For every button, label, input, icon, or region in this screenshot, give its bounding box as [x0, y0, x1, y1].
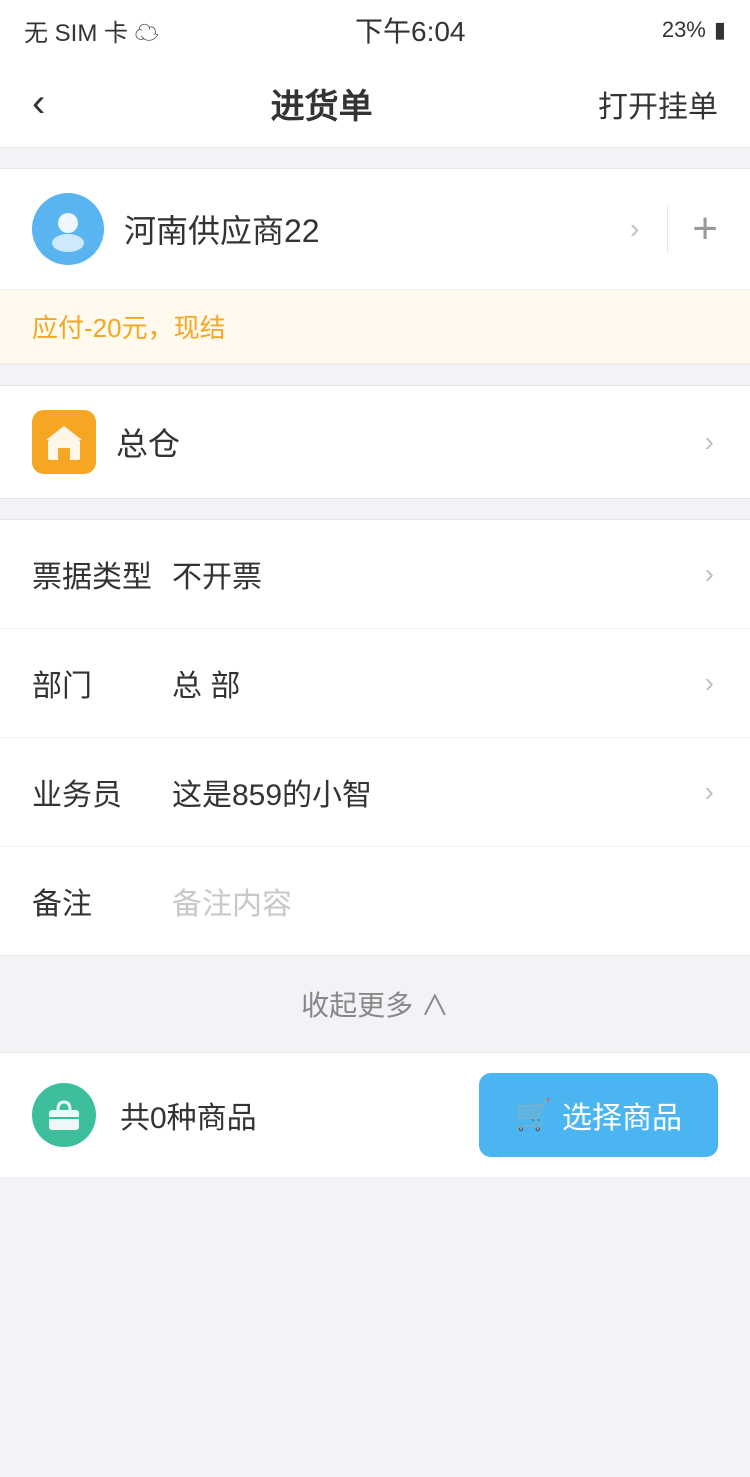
warehouse-icon-wrap: [32, 410, 96, 474]
product-count-label: 共0种商品: [120, 1093, 455, 1137]
status-time: 下午6:04: [355, 10, 466, 50]
status-left: 无 SIM 卡 ☁: [24, 13, 159, 48]
battery-label: 23%: [662, 17, 706, 43]
select-product-icon: 🛒: [515, 1098, 552, 1133]
main-background: [0, 1177, 750, 1477]
collapse-label: 收起更多 ∧: [301, 984, 449, 1024]
supplier-row[interactable]: 河南供应商22 › +: [0, 169, 750, 290]
salesperson-value: 这是859的小智: [172, 770, 705, 814]
gap-2: [0, 365, 750, 385]
salesperson-row[interactable]: 业务员 这是859的小智 ›: [0, 737, 750, 846]
invoice-type-chevron-icon: ›: [705, 558, 714, 590]
warehouse-chevron-icon: ›: [705, 426, 714, 458]
department-chevron-icon: ›: [705, 667, 714, 699]
department-label: 部门: [32, 661, 172, 705]
select-product-label: 选择商品: [562, 1093, 682, 1137]
warehouse-card: 总仓 ›: [0, 385, 750, 499]
supplier-chevron-icon: ›: [630, 213, 639, 245]
bottom-bar: 共0种商品 🛒 选择商品: [0, 1052, 750, 1177]
supplier-avatar: [32, 193, 104, 265]
supplier-avatar-icon: [44, 205, 92, 253]
product-icon-wrap: [32, 1083, 96, 1147]
notice-row: 应付-20元，现结: [0, 290, 750, 364]
nav-bar: ‹ 进货单 打开挂单: [0, 60, 750, 148]
select-product-button[interactable]: 🛒 选择商品: [479, 1073, 718, 1157]
warehouse-icon: [44, 422, 84, 462]
open-pending-button[interactable]: 打开挂单: [598, 82, 718, 126]
salesperson-chevron-icon: ›: [705, 776, 714, 808]
supplier-divider: [667, 205, 668, 253]
gap-1: [0, 148, 750, 168]
no-sim-label: 无 SIM 卡 ☁: [24, 13, 159, 48]
invoice-type-row[interactable]: 票据类型 不开票 ›: [0, 520, 750, 628]
form-card: 票据类型 不开票 › 部门 总 部 › 业务员 这是859的小智 › 备注 备注…: [0, 519, 750, 956]
page-title: 进货单: [271, 79, 373, 128]
department-value: 总 部: [172, 661, 705, 705]
status-right: 23% ▮: [662, 17, 726, 43]
warehouse-name: 总仓: [116, 419, 705, 465]
battery-icon: ▮: [714, 17, 726, 43]
supplier-card: 河南供应商22 › + 应付-20元，现结: [0, 168, 750, 365]
gap-3: [0, 499, 750, 519]
invoice-type-value: 不开票: [172, 552, 705, 596]
remark-row[interactable]: 备注 备注内容: [0, 846, 750, 955]
warehouse-row[interactable]: 总仓 ›: [0, 386, 750, 498]
remark-placeholder: 备注内容: [172, 879, 718, 923]
invoice-type-label: 票据类型: [32, 552, 172, 596]
product-bag-icon: [45, 1096, 83, 1134]
supplier-name: 河南供应商22: [124, 206, 630, 252]
status-bar: 无 SIM 卡 ☁ 下午6:04 23% ▮: [0, 0, 750, 60]
salesperson-label: 业务员: [32, 770, 172, 814]
remark-label: 备注: [32, 879, 172, 923]
add-supplier-button[interactable]: +: [692, 207, 718, 251]
collapse-row[interactable]: 收起更多 ∧: [0, 956, 750, 1052]
department-row[interactable]: 部门 总 部 ›: [0, 628, 750, 737]
back-button[interactable]: ‹: [32, 81, 45, 126]
